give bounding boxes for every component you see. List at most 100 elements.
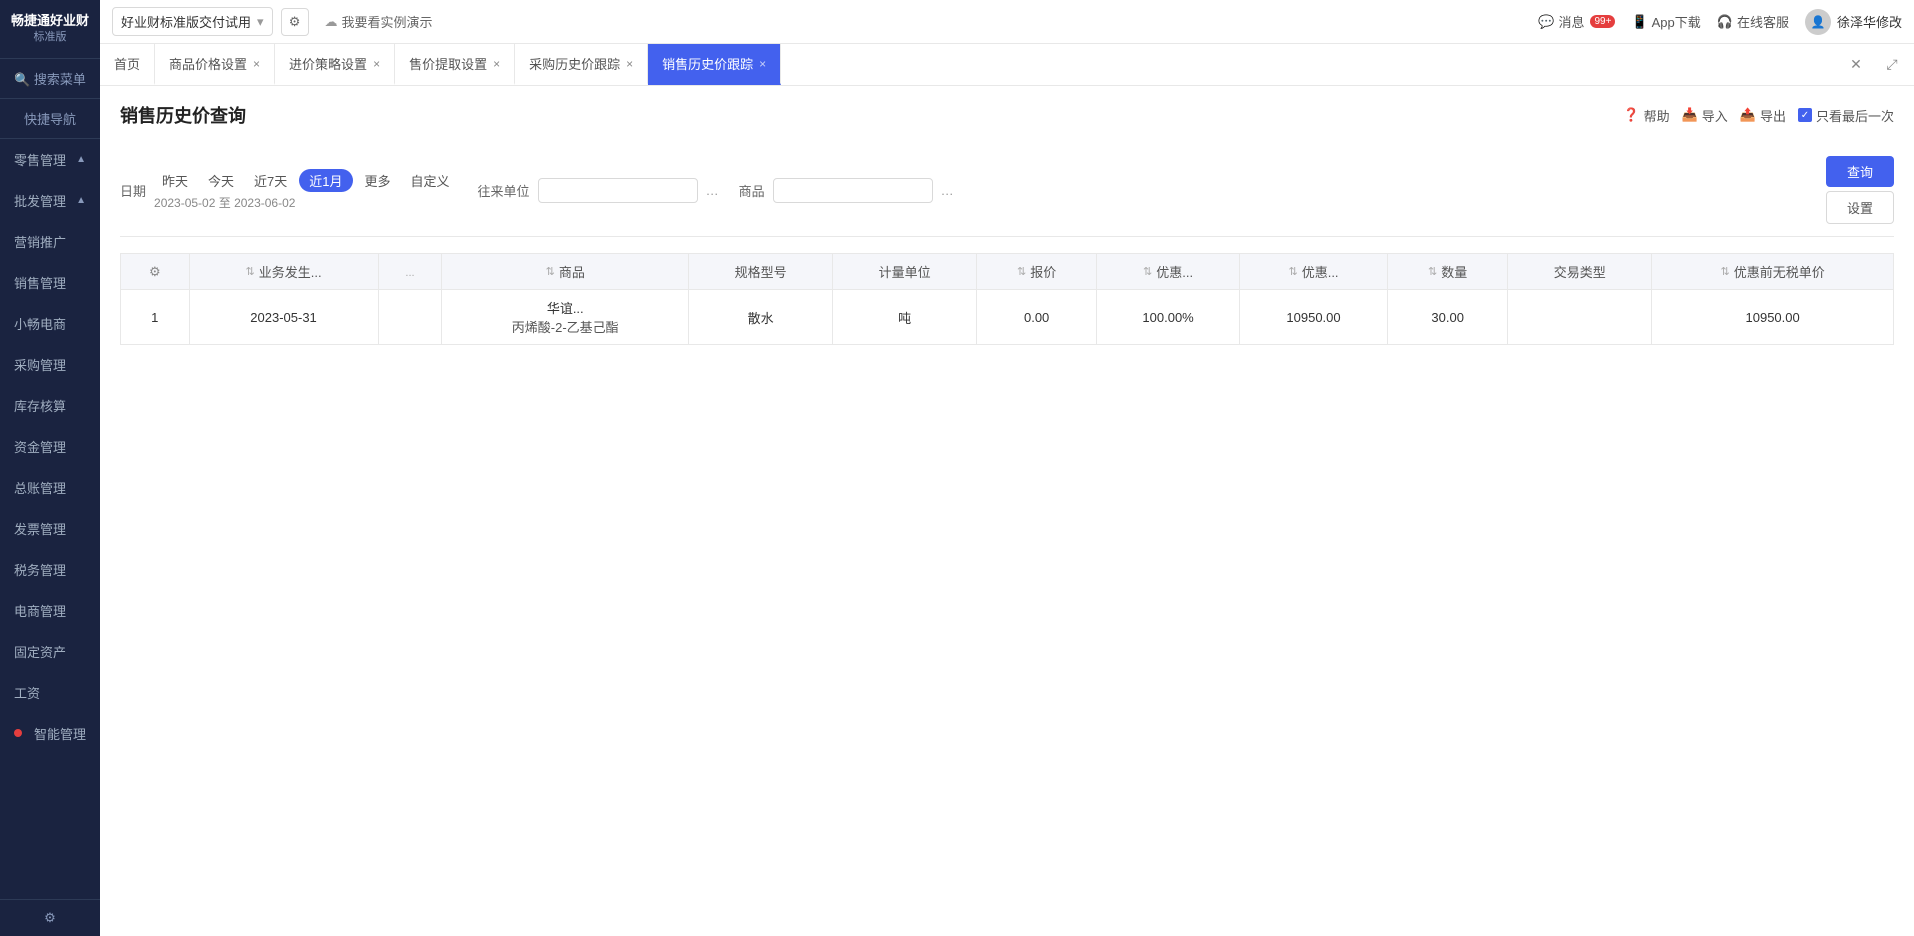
query-button[interactable]: 查询 <box>1826 156 1894 187</box>
sort-icon[interactable]: ⇅ <box>1721 265 1730 278</box>
sort-icon[interactable]: ⇅ <box>1017 265 1026 278</box>
sidebar-item-label: 智能管理 <box>34 724 86 743</box>
search-icon: 🔍 <box>14 72 30 87</box>
product-filter-group: 商品 … <box>739 178 954 203</box>
tab-close-icon[interactable]: × <box>759 57 766 71</box>
sidebar-settings[interactable]: ⚙ <box>0 899 100 936</box>
date-options: 昨天 今天 近7天 近1月 更多 自定义 <box>154 169 458 192</box>
sidebar-item-marketing[interactable]: 营销推广 <box>0 221 100 262</box>
sidebar-item-label: 发票管理 <box>14 519 66 538</box>
sort-icon[interactable]: ⇅ <box>1288 265 1297 278</box>
sort-icon[interactable]: ⇅ <box>1428 265 1437 278</box>
tab-sale-extract[interactable]: 售价提取设置 × <box>395 44 515 85</box>
sort-icon[interactable]: ⇅ <box>546 265 555 278</box>
filter-actions: 查询 设置 <box>1826 156 1894 224</box>
only-last-toggle[interactable]: ✓ 只看最后一次 <box>1798 106 1894 125</box>
col-discount-price[interactable]: ⇅ 优惠... <box>1239 254 1387 290</box>
sidebar: 畅捷通好业财 标准版 🔍 搜索菜单 快捷导航 零售管理 ▲ 批发管理 ▲ 营销推… <box>0 0 100 936</box>
message-button[interactable]: 💬 消息 99+ <box>1538 12 1615 31</box>
tab-purchase-strategy[interactable]: 进价策略设置 × <box>275 44 395 85</box>
cell-transaction-type <box>1508 290 1652 345</box>
table-body: 1 2023-05-31 华谊... 丙烯酸-2-乙基己酯 散水 吨 0.00 … <box>121 290 1894 345</box>
gear-icon: ⚙ <box>289 14 301 30</box>
tab-label: 售价提取设置 <box>409 54 487 73</box>
col-discount-rate[interactable]: ⇅ 优惠... <box>1097 254 1240 290</box>
headset-icon: 🎧 <box>1717 14 1733 30</box>
date-option-7days[interactable]: 近7天 <box>246 169 295 192</box>
col-product[interactable]: ⇅ 商品 <box>442 254 689 290</box>
col-business-date[interactable]: ⇅ 业务发生... <box>189 254 378 290</box>
topbar-actions: 💬 消息 99+ 📱 App下载 🎧 在线客服 👤 徐泽华修改 <box>1538 9 1902 35</box>
date-option-custom[interactable]: 自定义 <box>403 169 458 192</box>
col-unit[interactable]: 计量单位 <box>833 254 977 290</box>
supplier-more-button[interactable]: … <box>706 183 719 198</box>
tab-label: 采购历史价跟踪 <box>529 54 620 73</box>
date-option-more[interactable]: 更多 <box>357 169 399 192</box>
sidebar-item-ecommerce[interactable]: 电商管理 <box>0 590 100 631</box>
date-filter-group: 日期 昨天 今天 近7天 近1月 更多 自定义 2023-05-02 至 202… <box>120 169 458 211</box>
col-quantity[interactable]: ⇅ 数量 <box>1388 254 1508 290</box>
topbar-settings-button[interactable]: ⚙ <box>281 8 309 36</box>
sidebar-item-sales[interactable]: 销售管理 <box>0 262 100 303</box>
tab-close-icon[interactable]: × <box>626 57 633 71</box>
sidebar-item-label: 工资 <box>14 683 40 702</box>
demo-button[interactable]: ☁ 我要看实例演示 <box>325 12 433 31</box>
supplier-input[interactable] <box>538 178 698 203</box>
tab-sale-history[interactable]: 销售历史价跟踪 × <box>648 44 781 85</box>
help-button[interactable]: ❓ 帮助 <box>1623 106 1669 125</box>
product-filter-label: 商品 <box>739 181 765 200</box>
date-option-1month[interactable]: 近1月 <box>299 169 352 192</box>
help-icon: ❓ <box>1623 107 1639 123</box>
app-name: 畅捷通好业财 <box>8 12 92 30</box>
sidebar-item-wholesale[interactable]: 批发管理 ▲ <box>0 180 100 221</box>
user-menu[interactable]: 👤 徐泽华修改 <box>1805 9 1902 35</box>
product-more-button[interactable]: … <box>941 183 954 198</box>
online-service-button[interactable]: 🎧 在线客服 <box>1717 12 1789 31</box>
col-spec[interactable]: 规格型号 <box>689 254 833 290</box>
col-transaction-type[interactable]: 交易类型 <box>1508 254 1652 290</box>
sidebar-quick-nav[interactable]: 快捷导航 <box>0 99 100 139</box>
cell-business-date: 2023-05-31 <box>189 290 378 345</box>
tab-close-icon[interactable]: × <box>253 57 260 71</box>
app-download-button[interactable]: 📱 App下载 <box>1631 12 1700 31</box>
col-expand[interactable]: ... <box>378 254 442 290</box>
sidebar-search[interactable]: 🔍 搜索菜单 <box>0 59 100 99</box>
sidebar-item-payroll[interactable]: 工资 <box>0 672 100 713</box>
tab-label: 销售历史价跟踪 <box>662 54 753 73</box>
product-input[interactable] <box>773 178 933 203</box>
sidebar-item-smart[interactable]: 智能管理 <box>0 713 100 754</box>
sidebar-item-assets[interactable]: 固定资产 <box>0 631 100 672</box>
tab-purchase-history[interactable]: 采购历史价跟踪 × <box>515 44 648 85</box>
tab-label: 商品价格设置 <box>169 54 247 73</box>
filter-settings-button[interactable]: 设置 <box>1826 191 1894 224</box>
import-button[interactable]: 📥 导入 <box>1682 106 1728 125</box>
sort-icon[interactable]: ⇅ <box>1143 265 1152 278</box>
col-quoted-price[interactable]: ⇅ 报价 <box>977 254 1097 290</box>
close-window-button[interactable]: ✕ <box>1842 51 1870 79</box>
tab-home[interactable]: 首页 <box>100 44 155 85</box>
version-selector[interactable]: 好业财标准版交付试用 ▾ <box>112 7 273 36</box>
sidebar-item-ledger[interactable]: 总账管理 <box>0 467 100 508</box>
sidebar-item-inventory[interactable]: 库存核算 <box>0 385 100 426</box>
table-row[interactable]: 1 2023-05-31 华谊... 丙烯酸-2-乙基己酯 散水 吨 0.00 … <box>121 290 1894 345</box>
chevron-down-icon: ▾ <box>257 14 264 30</box>
tab-product-price[interactable]: 商品价格设置 × <box>155 44 275 85</box>
export-icon: 📤 <box>1740 107 1756 123</box>
date-option-yesterday[interactable]: 昨天 <box>154 169 196 192</box>
sort-icon[interactable]: ⇅ <box>246 265 255 278</box>
sidebar-item-invoice[interactable]: 发票管理 <box>0 508 100 549</box>
maximize-window-button[interactable]: ⤢ <box>1878 51 1906 79</box>
tab-close-icon[interactable]: × <box>373 57 380 71</box>
sidebar-item-retail[interactable]: 零售管理 ▲ <box>0 139 100 180</box>
col-pretax-price[interactable]: ⇅ 优惠前无税单价 <box>1652 254 1894 290</box>
chevron-icon: ▲ <box>76 195 86 206</box>
sidebar-item-finance[interactable]: 资金管理 <box>0 426 100 467</box>
date-option-today[interactable]: 今天 <box>200 169 242 192</box>
export-button[interactable]: 📤 导出 <box>1740 106 1786 125</box>
sidebar-item-xiaocha[interactable]: 小畅电商 <box>0 303 100 344</box>
col-gear[interactable]: ⚙ <box>121 254 190 290</box>
tab-close-icon[interactable]: × <box>493 57 500 71</box>
main-area: 好业财标准版交付试用 ▾ ⚙ ☁ 我要看实例演示 💬 消息 99+ 📱 App下… <box>100 0 1914 936</box>
sidebar-item-tax[interactable]: 税务管理 <box>0 549 100 590</box>
sidebar-item-purchase[interactable]: 采购管理 <box>0 344 100 385</box>
